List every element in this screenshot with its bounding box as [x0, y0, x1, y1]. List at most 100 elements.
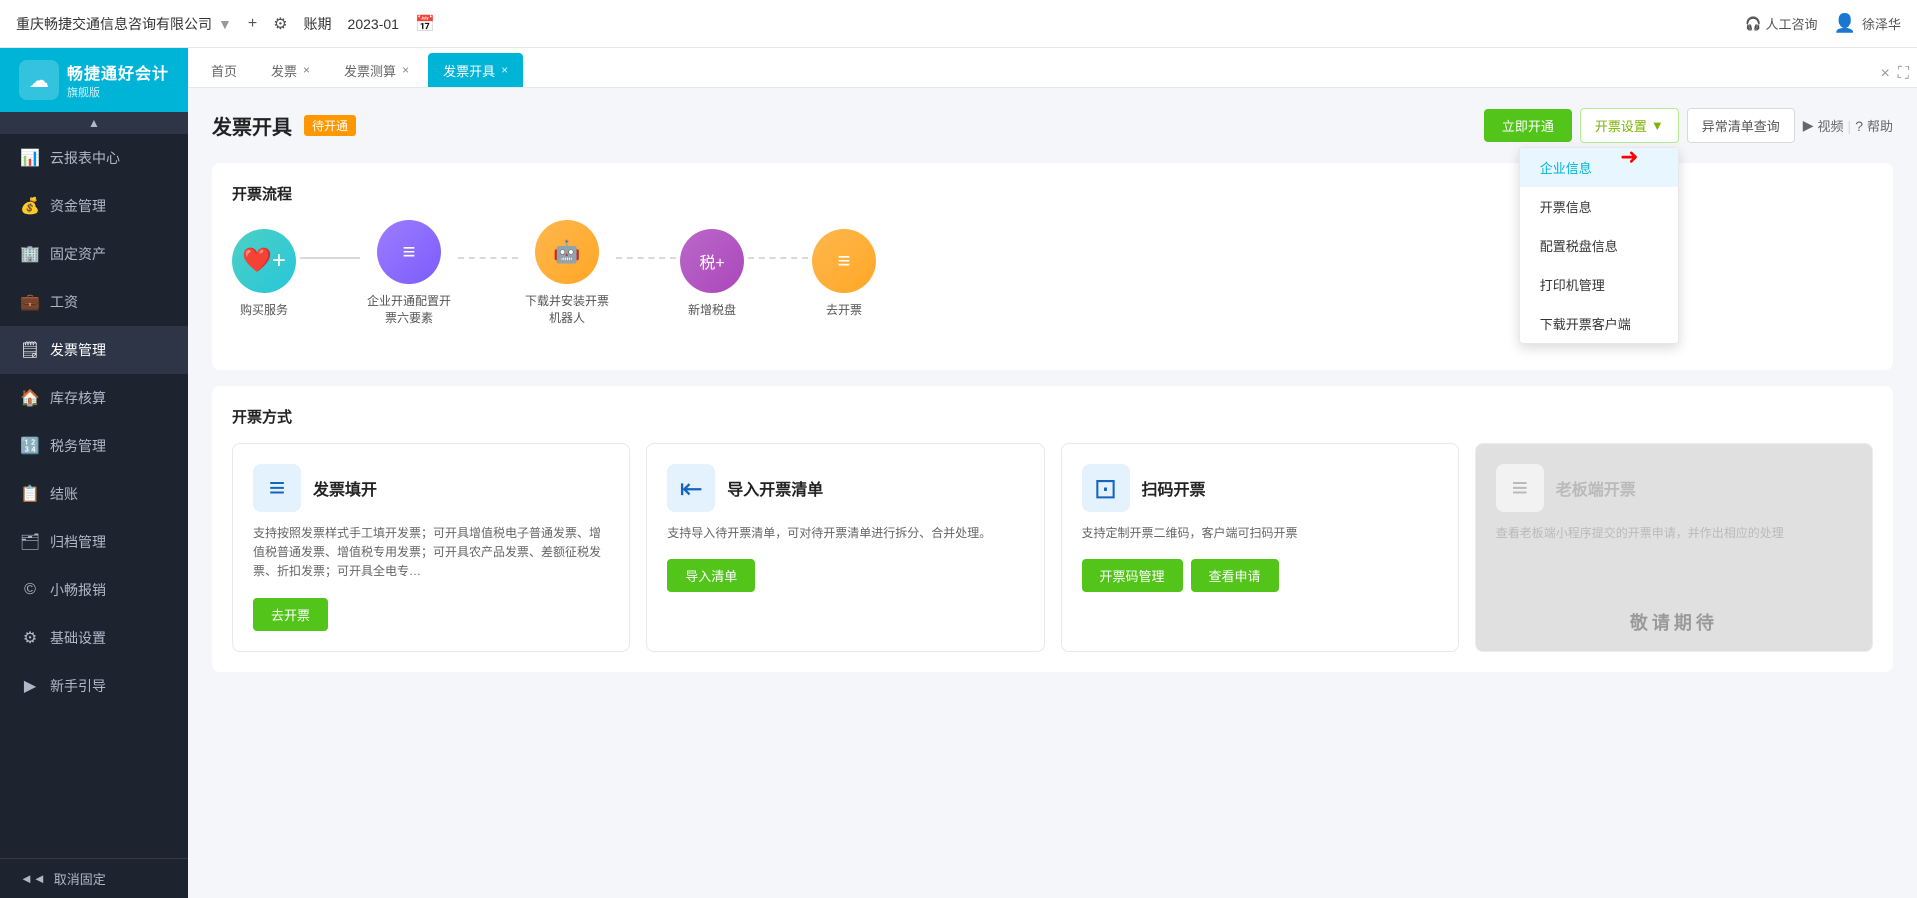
method-icon-boss: ≡ — [1496, 464, 1544, 512]
tab-home[interactable]: 首页 — [196, 53, 252, 87]
sidebar-label-assets: 固定资产 — [50, 244, 106, 264]
sidebar-item-salary[interactable]: 💼 工资 — [0, 278, 188, 326]
sidebar-nav: 📊 云报表中心 💰 资金管理 🏢 固定资产 💼 工资 🗒 发票管理 — [0, 134, 188, 858]
pin-icon: ◄◄ — [20, 871, 46, 886]
sidebar-pin-toggle[interactable]: ◄◄ 取消固定 — [0, 858, 188, 898]
sidebar-item-yunreport[interactable]: 📊 云报表中心 — [0, 134, 188, 182]
method-card-import: ⇤ 导入开票清单 支持导入待开票清单，可对待开票清单进行拆分、合并处理。 导入清… — [646, 443, 1044, 652]
yunreport-icon: 📊 — [20, 148, 40, 168]
tab-issue[interactable]: 发票开具 × — [428, 53, 523, 87]
page-content: 发票开具 待开通 立即开通 开票设置 ▼ ➜ — [188, 88, 1917, 898]
video-icon: ▶ — [1803, 117, 1814, 134]
sidebar-label-expense: 小畅报销 — [50, 580, 106, 600]
methods-section: 开票方式 ≡ 发票填开 支持按照发票样式手工填开发票；可开具增值税电子普通发票、… — [212, 386, 1893, 672]
invoice-methods: ≡ 发票填开 支持按照发票样式手工填开发票；可开具增值税电子普通发票、增值税普通… — [232, 443, 1873, 652]
method-icon-import: ⇤ — [667, 464, 715, 512]
flow-step-5-icon: ≡ — [812, 229, 876, 293]
flow-step-2: ≡ 企业开通配置开票六要素 — [364, 220, 454, 326]
sidebar-label-inventory: 库存核算 — [50, 388, 106, 408]
sidebar-item-guide[interactable]: ▶ 新手引导 — [0, 662, 188, 710]
method-header-boss: ≡ 老板端开票 — [1496, 464, 1852, 512]
method-header-scan: ⊡ 扫码开票 — [1082, 464, 1438, 512]
method-card-boss: ≡ 老板端开票 查看老板端小程序提交的开票申请，并作出相应的处理 敬请期待 — [1475, 443, 1873, 652]
flow-connector-4 — [748, 257, 808, 259]
sidebar-logo: ☁ 畅捷通好会计 旗舰版 — [0, 48, 188, 112]
sidebar-item-inventory[interactable]: 🏠 库存核算 — [0, 374, 188, 422]
dropdown-item-invoice-info[interactable]: 开票信息 — [1520, 187, 1678, 226]
manual-invoice-button[interactable]: 去开票 — [253, 598, 328, 631]
flow-step-1-label: 购买服务 — [240, 301, 288, 318]
method-header-manual: ≡ 发票填开 — [253, 464, 609, 512]
status-badge: 待开通 — [304, 115, 356, 136]
flow-step-2-icon: ≡ — [377, 220, 441, 284]
activate-button[interactable]: 立即开通 — [1484, 109, 1572, 142]
flow-step-4-label: 新增税盘 — [688, 301, 736, 318]
help-actions: ▶ 视频 | ? 帮助 — [1803, 116, 1893, 135]
method-icon-scan: ⊡ — [1082, 464, 1130, 512]
method-header-import: ⇤ 导入开票清单 — [667, 464, 1023, 512]
page-actions: 立即开通 开票设置 ▼ ➜ 企业信息 开票信息 — [1484, 108, 1893, 143]
sidebar-item-tax[interactable]: 🔢 税务管理 — [0, 422, 188, 470]
flow-connector-1 — [300, 257, 360, 259]
help-button[interactable]: 帮助 — [1867, 116, 1893, 135]
consultant-label: 人工咨询 — [1766, 14, 1818, 33]
add-tab-button[interactable]: + — [248, 15, 257, 33]
dropdown-item-tax-config[interactable]: 配置税盘信息 — [1520, 226, 1678, 265]
company-selector[interactable]: 重庆畅捷交通信息咨询有限公司 ▼ — [16, 14, 232, 34]
tab-invoice-close[interactable]: × — [303, 63, 310, 77]
sidebar-item-archive[interactable]: 🗂 归档管理 — [0, 518, 188, 566]
abnormal-list-button[interactable]: 异常清单查询 — [1687, 108, 1795, 143]
overlay-pending-text: 敬请期待 — [1476, 609, 1872, 635]
pin-label: 取消固定 — [54, 869, 106, 888]
flow-step-4: 税+ 新增税盘 — [680, 229, 744, 318]
video-button[interactable]: 视频 — [1818, 116, 1844, 135]
logo-title: 畅捷通好会计 — [67, 60, 169, 84]
view-apply-button[interactable]: 查看申请 — [1191, 559, 1279, 592]
sidebar-item-settings[interactable]: ⚙ 基础设置 — [0, 614, 188, 662]
flow-connector-2 — [458, 257, 518, 259]
tab-maximize[interactable]: ⛶ — [1898, 65, 1909, 83]
sidebar-scroll-up[interactable]: ▲ — [0, 112, 188, 134]
expense-icon: © — [20, 580, 40, 600]
sidebar: ☁ 畅捷通好会计 旗舰版 ▲ 📊 云报表中心 💰 资金管理 — [0, 48, 188, 898]
guide-icon: ▶ — [20, 676, 40, 696]
sidebar-label-salary: 工资 — [50, 292, 78, 312]
qr-manage-button[interactable]: 开票码管理 — [1082, 559, 1183, 592]
main-area: ☁ 畅捷通好会计 旗舰版 ▲ 📊 云报表中心 💰 资金管理 — [0, 48, 1917, 898]
user-avatar-icon: 👤 — [1834, 13, 1856, 34]
dropdown-item-download[interactable]: 下载开票客户端 — [1520, 304, 1678, 343]
calendar-icon[interactable]: 📅 — [415, 14, 435, 34]
user-info[interactable]: 👤 徐泽华 — [1834, 13, 1901, 34]
sidebar-item-invoice[interactable]: 🗒 发票管理 — [0, 326, 188, 374]
method-icon-manual: ≡ — [253, 464, 301, 512]
tab-bar: 首页 发票 × 发票测算 × 发票开具 × × ⛶ — [188, 48, 1917, 88]
period-label: 账期 — [304, 14, 332, 34]
tab-invoice[interactable]: 发票 × — [256, 53, 325, 87]
tab-estimate-close[interactable]: × — [402, 63, 409, 77]
tab-issue-close[interactable]: × — [501, 63, 508, 77]
tab-close-all[interactable]: × — [1880, 65, 1889, 83]
logo-sub: 旗舰版 — [67, 84, 169, 100]
company-name: 重庆畅捷交通信息咨询有限公司 — [16, 14, 212, 34]
tab-estimate[interactable]: 发票测算 × — [329, 53, 424, 87]
tab-bar-right: × ⛶ — [1880, 65, 1909, 87]
tab-issue-label: 发票开具 — [443, 61, 495, 80]
dropdown-item-company[interactable]: 企业信息 — [1520, 148, 1678, 187]
page-header: 发票开具 待开通 立即开通 开票设置 ▼ ➜ — [212, 108, 1893, 143]
consultant-button[interactable]: 🎧 人工咨询 — [1745, 14, 1817, 33]
sidebar-item-settle[interactable]: 📋 结账 — [0, 470, 188, 518]
invoice-icon: 🗒 — [20, 340, 40, 360]
help-icon: ? — [1855, 118, 1863, 134]
sidebar-item-assets[interactable]: 🏢 固定资产 — [0, 230, 188, 278]
sidebar-item-funds[interactable]: 💰 资金管理 — [0, 182, 188, 230]
flow-step-3: 🤖 下载并安装开票机器人 — [522, 220, 612, 326]
sidebar-item-expense[interactable]: © 小畅报销 — [0, 566, 188, 614]
import-list-button[interactable]: 导入清单 — [667, 559, 755, 592]
dropdown-item-printer[interactable]: 打印机管理 — [1520, 265, 1678, 304]
flow-step-1: ❤️+ 购买服务 — [232, 229, 296, 318]
flow-step-3-icon: 🤖 — [535, 220, 599, 284]
settings-dropdown-button[interactable]: 开票设置 ▼ — [1580, 108, 1679, 143]
sidebar-label-yunreport: 云报表中心 — [50, 148, 120, 168]
sidebar-label-invoice: 发票管理 — [50, 340, 106, 360]
settings-icon[interactable]: ⚙ — [273, 14, 287, 34]
